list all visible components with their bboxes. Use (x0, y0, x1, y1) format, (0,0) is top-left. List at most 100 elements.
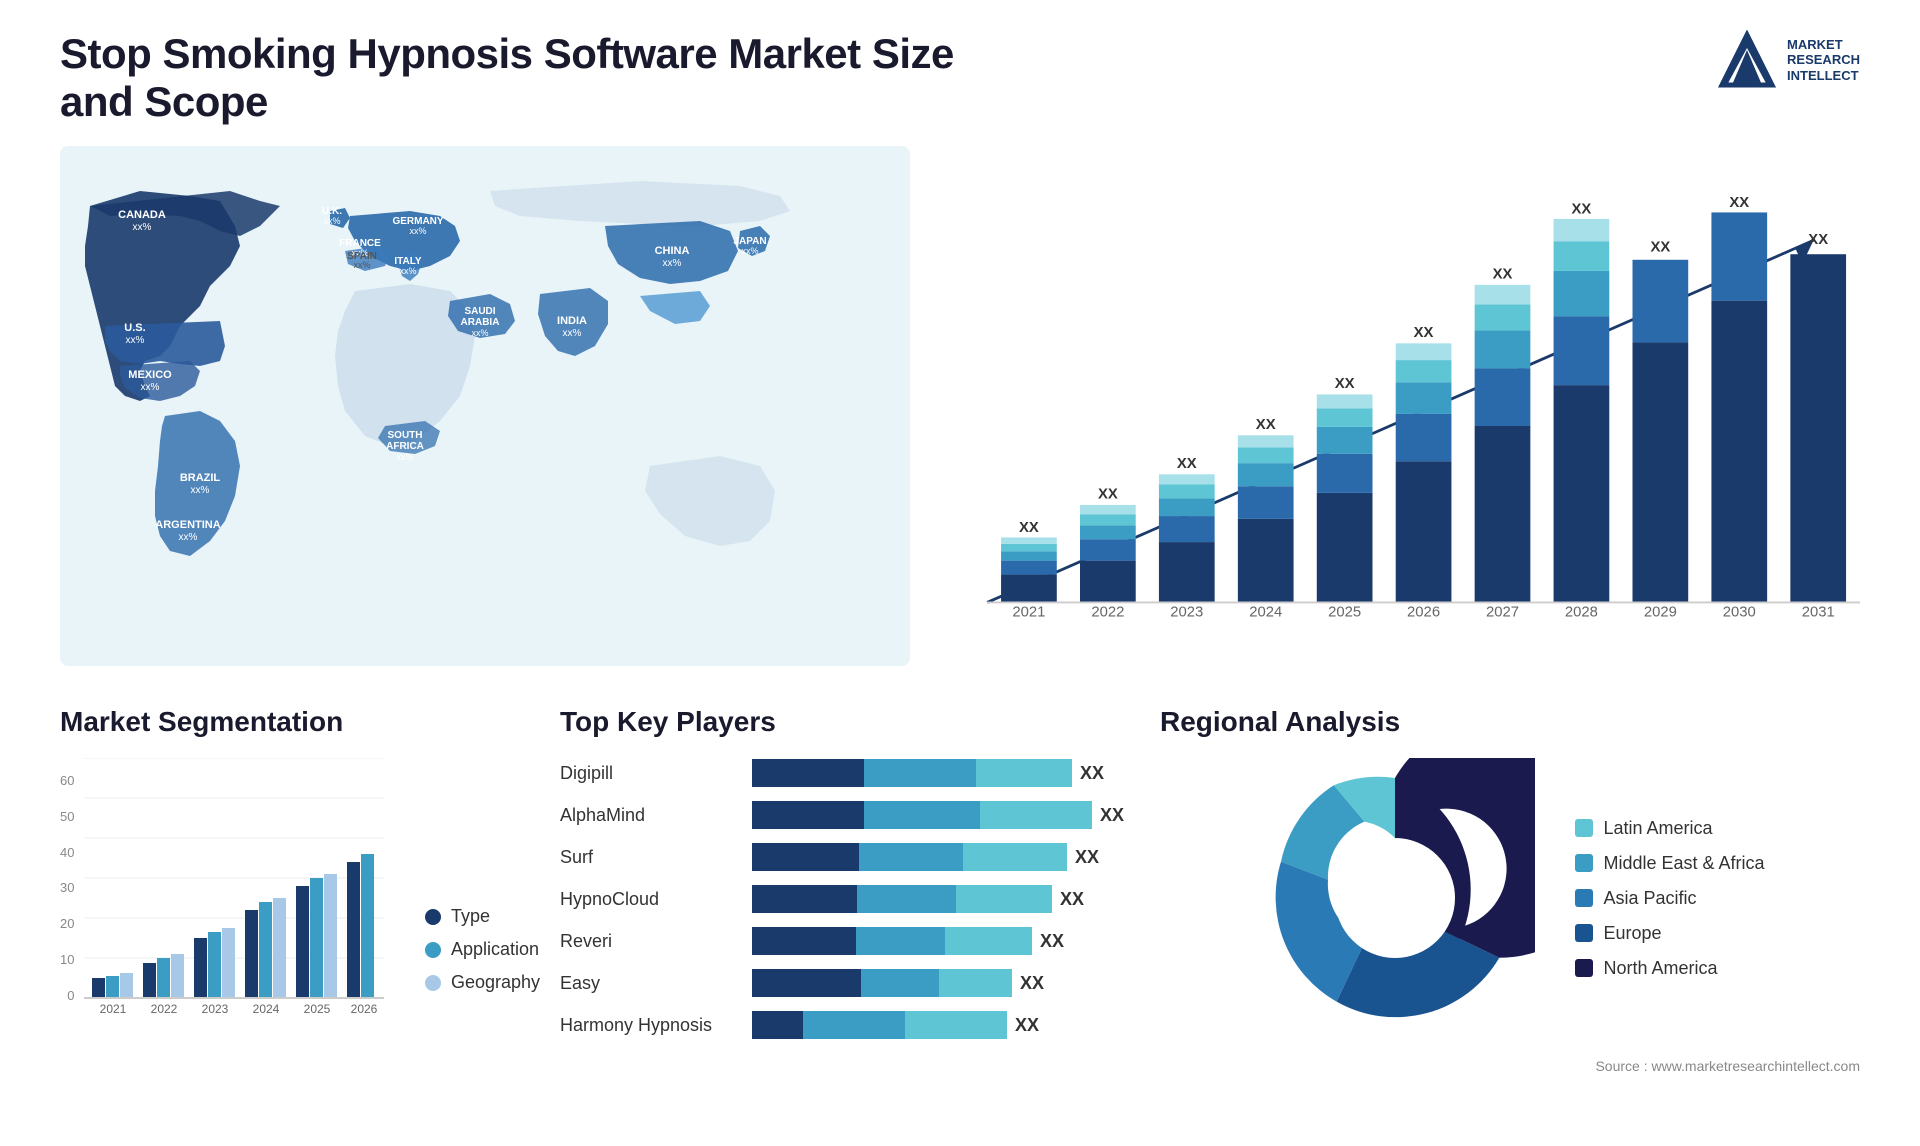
svg-text:2027: 2027 (1486, 604, 1519, 620)
svg-text:xx%: xx% (471, 328, 488, 338)
player-name: Reveri (560, 931, 740, 952)
svg-text:2025: 2025 (1328, 604, 1361, 620)
svg-text:2021: 2021 (100, 1002, 127, 1016)
svg-text:xx%: xx% (323, 216, 340, 226)
svg-text:xx%: xx% (399, 266, 416, 276)
svg-text:xx%: xx% (396, 452, 413, 462)
svg-text:2022: 2022 (1091, 604, 1124, 620)
regional-legend-label-eu: Europe (1603, 923, 1661, 944)
svg-text:XX: XX (1019, 520, 1039, 536)
svg-text:2022: 2022 (151, 1002, 178, 1016)
donut-container: Latin America Middle East & Africa Asia … (1160, 758, 1860, 1038)
svg-text:2031: 2031 (1802, 604, 1835, 620)
seg-legend: Type Application Geography (425, 906, 540, 1023)
y-label-50: 50 (60, 809, 74, 824)
bar-chart-section: XX 2021 XX 2022 XX (950, 146, 1860, 666)
logo: MARKET RESEARCH INTELLECT (1717, 30, 1860, 90)
svg-text:XX: XX (1808, 232, 1828, 248)
logo-research: RESEARCH (1787, 52, 1860, 68)
page-container: Stop Smoking Hypnosis Software Market Si… (0, 0, 1920, 1146)
player-xx: XX (1075, 842, 1099, 872)
svg-text:xx%: xx% (741, 246, 758, 256)
legend-type: Type (425, 906, 540, 927)
world-map: CANADA xx% U.S. xx% MEXICO xx% BRAZIL xx… (60, 146, 910, 666)
segmentation-title: Market Segmentation (60, 706, 540, 738)
y-label-60: 60 (60, 773, 74, 788)
svg-text:MEXICO: MEXICO (128, 369, 172, 381)
svg-text:2023: 2023 (202, 1002, 229, 1016)
svg-text:CHINA: CHINA (655, 245, 690, 257)
logo-market: MARKET (1787, 37, 1860, 53)
svg-text:XX: XX (1256, 417, 1276, 433)
players-title: Top Key Players (560, 706, 1140, 738)
player-xx: XX (1040, 926, 1064, 956)
svg-text:2029: 2029 (1644, 604, 1677, 620)
player-xx: XX (1015, 1010, 1039, 1040)
regional-legend-europe: Europe (1575, 923, 1764, 944)
regional-legend-label-apac: Asia Pacific (1603, 888, 1696, 909)
player-name: Harmony Hypnosis (560, 1015, 740, 1036)
regional-legend-dot-na (1575, 959, 1593, 977)
regional-legend-apac: Asia Pacific (1575, 888, 1764, 909)
header: Stop Smoking Hypnosis Software Market Si… (60, 30, 1860, 126)
svg-text:xx%: xx% (663, 258, 682, 269)
legend-label-type: Type (451, 906, 490, 927)
legend-label-geo: Geography (451, 972, 540, 993)
svg-text:XX: XX (1098, 486, 1118, 502)
players-section: Top Key Players Digipill XX AlphaMind (560, 706, 1140, 1074)
svg-text:2023: 2023 (1170, 604, 1203, 620)
svg-text:AFRICA: AFRICA (386, 441, 424, 452)
regional-legend-dot-la (1575, 819, 1593, 837)
player-xx: XX (1020, 968, 1044, 998)
svg-text:xx%: xx% (191, 485, 210, 496)
svg-text:CANADA: CANADA (118, 209, 166, 221)
player-xx: XX (1060, 884, 1084, 914)
logo-text: MARKET RESEARCH INTELLECT (1787, 37, 1860, 84)
y-label-40: 40 (60, 845, 74, 860)
legend-dot-geo (425, 975, 441, 991)
svg-text:ARABIA: ARABIA (461, 317, 500, 328)
regional-legend-label-na: North America (1603, 958, 1717, 979)
y-label-0: 0 (60, 988, 74, 1003)
regional-legend-label-mea: Middle East & Africa (1603, 853, 1764, 874)
svg-text:ARGENTINA: ARGENTINA (155, 519, 220, 531)
svg-text:XX: XX (1177, 456, 1197, 472)
svg-text:xx%: xx% (133, 222, 152, 233)
page-title: Stop Smoking Hypnosis Software Market Si… (60, 30, 960, 126)
svg-text:xx%: xx% (179, 532, 198, 543)
player-name: Digipill (560, 763, 740, 784)
players-list: Digipill XX AlphaMind (560, 758, 1140, 1040)
svg-text:BRAZIL: BRAZIL (180, 472, 221, 484)
player-row: Harmony Hypnosis XX (560, 1010, 1140, 1040)
player-name: AlphaMind (560, 805, 740, 826)
svg-text:XX: XX (1572, 201, 1592, 217)
svg-text:xx%: xx% (353, 260, 370, 270)
map-section: CANADA xx% U.S. xx% MEXICO xx% BRAZIL xx… (60, 146, 910, 666)
svg-text:2025: 2025 (304, 1002, 331, 1016)
svg-text:SOUTH: SOUTH (388, 430, 423, 441)
svg-text:2021: 2021 (1012, 604, 1045, 620)
segmentation-section: Market Segmentation 60 50 40 30 20 10 0 (60, 706, 540, 1074)
player-xx: XX (1100, 800, 1124, 830)
svg-text:XX: XX (1729, 195, 1749, 211)
svg-text:xx%: xx% (141, 382, 160, 393)
regional-legend-north-america: North America (1575, 958, 1764, 979)
player-row: Reveri XX (560, 926, 1140, 956)
logo-icon (1717, 30, 1777, 90)
svg-text:xx%: xx% (563, 328, 582, 339)
legend-geography: Geography (425, 972, 540, 993)
svg-text:SAUDI: SAUDI (464, 306, 495, 317)
regional-section: Regional Analysis (1160, 706, 1860, 1074)
svg-text:2026: 2026 (351, 1002, 378, 1016)
svg-text:2024: 2024 (1249, 604, 1282, 620)
player-row: Digipill XX (560, 758, 1140, 788)
player-name: HypnoCloud (560, 889, 740, 910)
regional-legend-mea: Middle East & Africa (1575, 853, 1764, 874)
legend-application: Application (425, 939, 540, 960)
y-label-10: 10 (60, 952, 74, 967)
svg-text:U.S.: U.S. (124, 322, 145, 334)
regional-title: Regional Analysis (1160, 706, 1860, 738)
svg-text:xx%: xx% (409, 226, 426, 236)
regional-legend-dot-mea (1575, 854, 1593, 872)
svg-text:2028: 2028 (1565, 604, 1598, 620)
